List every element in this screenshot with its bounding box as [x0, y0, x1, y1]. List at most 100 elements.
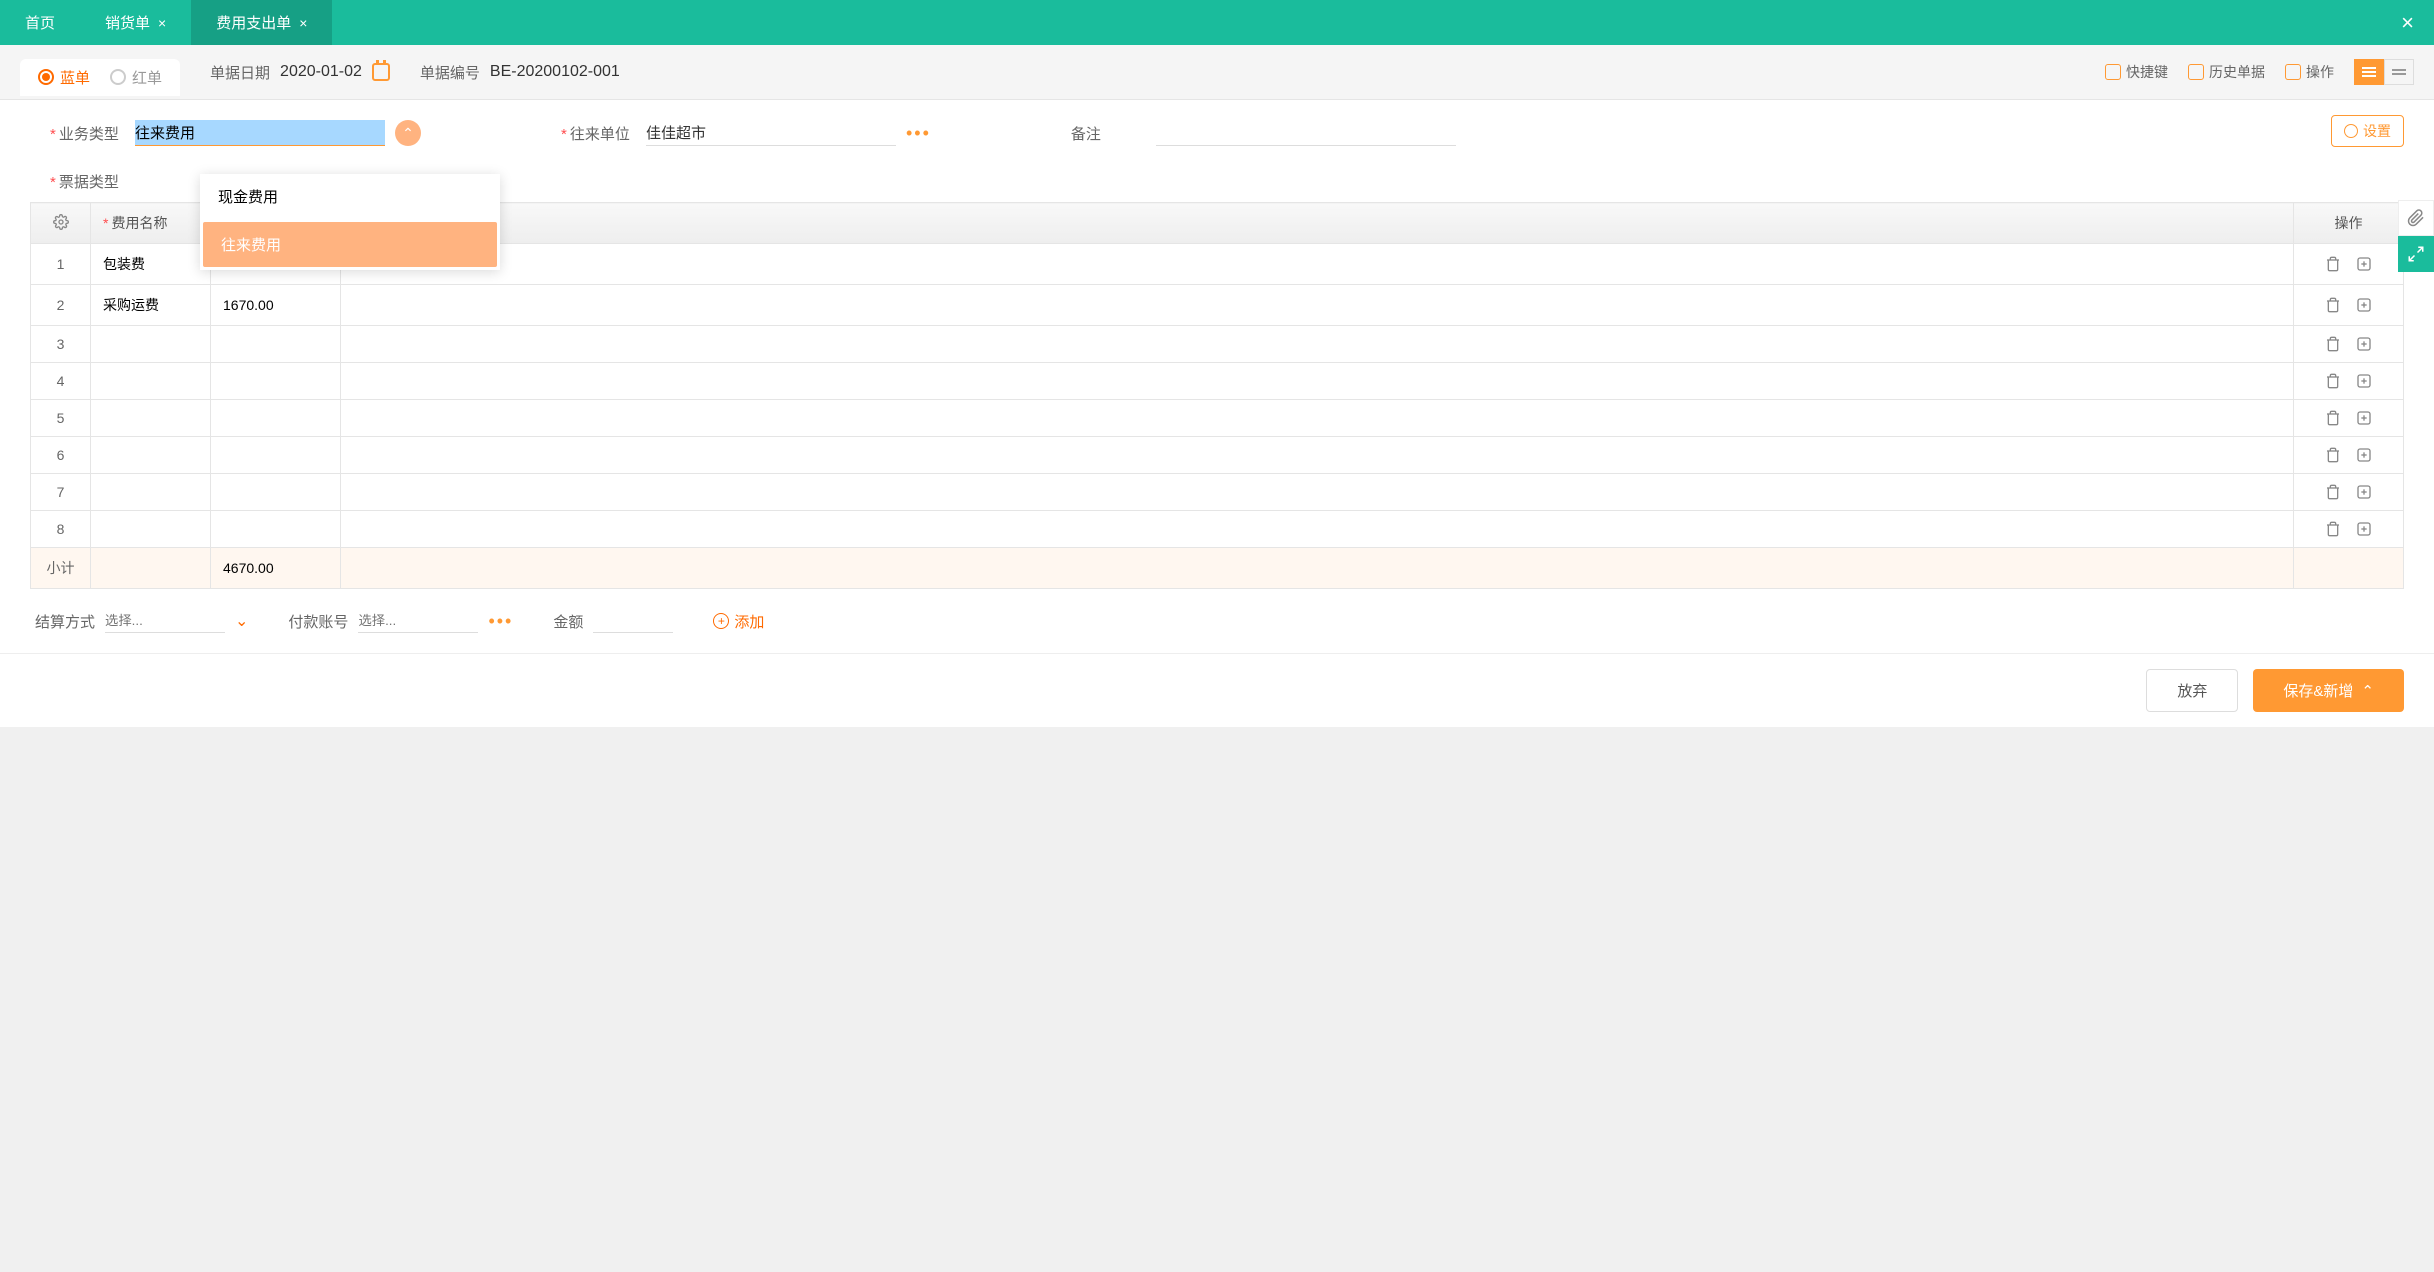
add-row-icon[interactable] — [2356, 521, 2372, 537]
radio-checked-icon — [38, 69, 54, 85]
operate-button[interactable]: 操作 — [2285, 62, 2334, 82]
cell-name[interactable] — [91, 511, 211, 548]
cell-amount[interactable] — [211, 400, 341, 437]
top-tabs: 首页 销货单 × 费用支出单 × × — [0, 0, 2434, 45]
shortcut-button[interactable]: 快捷键 — [2105, 62, 2168, 82]
cell-remark[interactable] — [341, 363, 2294, 400]
pay-account-input[interactable] — [358, 609, 478, 633]
cell-remark[interactable] — [341, 285, 2294, 326]
cell-remark[interactable] — [341, 511, 2294, 548]
cell-amount[interactable] — [211, 437, 341, 474]
radio-red[interactable]: 红单 — [110, 67, 162, 88]
calendar-icon[interactable] — [372, 63, 390, 81]
cell-remark[interactable] — [341, 437, 2294, 474]
table-row: 6 — [31, 437, 2404, 474]
cell-amount[interactable] — [211, 511, 341, 548]
cell-amount[interactable] — [211, 363, 341, 400]
cell-name[interactable]: 采购运费 — [91, 285, 211, 326]
add-payment-button[interactable]: + 添加 — [713, 611, 764, 632]
panel-close-icon[interactable]: × — [2381, 0, 2434, 45]
delete-row-icon[interactable] — [2325, 484, 2341, 500]
add-row-icon[interactable] — [2356, 410, 2372, 426]
cell-amount[interactable]: 1670.00 — [211, 285, 341, 326]
order-type-radio-group: 蓝单 红单 — [20, 59, 180, 96]
header-gear[interactable] — [31, 203, 91, 244]
delete-row-icon[interactable] — [2325, 297, 2341, 313]
cell-remark[interactable] — [341, 474, 2294, 511]
footer: 放弃 保存&新增 ⌃ — [0, 653, 2434, 727]
delete-row-icon[interactable] — [2325, 521, 2341, 537]
header-actions: 快捷键 历史单据 操作 — [2105, 59, 2414, 85]
party-label: *往来单位 — [561, 123, 636, 144]
delete-row-icon[interactable] — [2325, 256, 2341, 272]
grid-icon — [2285, 64, 2301, 80]
cell-name[interactable]: 包装费 — [91, 244, 211, 285]
settlement-method-input[interactable] — [105, 609, 225, 633]
biz-type-input[interactable] — [135, 120, 385, 146]
delete-row-icon[interactable] — [2325, 336, 2341, 352]
cell-amount[interactable] — [211, 326, 341, 363]
tab-sales[interactable]: 销货单 × — [80, 0, 191, 45]
cell-name[interactable] — [91, 363, 211, 400]
row-index: 1 — [31, 244, 91, 285]
chevron-up-icon: ⌃ — [2361, 682, 2374, 700]
subtotal-label: 小计 — [31, 548, 91, 589]
header-action: 操作 — [2294, 203, 2404, 244]
table-row: 8 — [31, 511, 2404, 548]
cell-name[interactable] — [91, 326, 211, 363]
dropdown-option-receivable[interactable]: 往来费用 — [203, 222, 497, 267]
tab-expense[interactable]: 费用支出单 × — [191, 0, 332, 45]
settings-button[interactable]: 设置 — [2331, 115, 2404, 147]
cell-name[interactable] — [91, 400, 211, 437]
save-button[interactable]: 保存&新增 ⌃ — [2253, 669, 2404, 712]
cell-name[interactable] — [91, 437, 211, 474]
history-button[interactable]: 历史单据 — [2188, 62, 2265, 82]
dropdown-option-cash[interactable]: 现金费用 — [200, 174, 500, 219]
cell-amount[interactable] — [211, 474, 341, 511]
row-index: 7 — [31, 474, 91, 511]
add-row-icon[interactable] — [2356, 336, 2372, 352]
tab-home[interactable]: 首页 — [0, 0, 80, 45]
more-icon[interactable]: ••• — [488, 611, 513, 632]
table-row: 7 — [31, 474, 2404, 511]
cell-remark[interactable] — [341, 326, 2294, 363]
subtotal-row: 小计 4670.00 — [31, 548, 2404, 589]
close-icon[interactable]: × — [299, 15, 307, 31]
pay-amount-label: 金额 — [553, 611, 583, 632]
attachment-icon[interactable] — [2398, 200, 2434, 236]
delete-row-icon[interactable] — [2325, 373, 2341, 389]
shortcut-label: 快捷键 — [2126, 62, 2168, 82]
pay-amount-field: 金额 — [553, 609, 673, 633]
delete-row-icon[interactable] — [2325, 447, 2341, 463]
cancel-button[interactable]: 放弃 — [2146, 669, 2238, 712]
pay-amount-input[interactable] — [593, 609, 673, 633]
view-list-button[interactable] — [2354, 59, 2384, 85]
close-icon[interactable]: × — [158, 15, 166, 31]
delete-row-icon[interactable] — [2325, 410, 2341, 426]
header-name: *费用名称 — [91, 203, 211, 244]
more-icon[interactable]: ••• — [906, 123, 931, 144]
doc-date-value[interactable]: 2020-01-02 — [280, 63, 362, 81]
add-row-icon[interactable] — [2356, 256, 2372, 272]
subtotal-amount: 4670.00 — [211, 548, 341, 589]
add-row-icon[interactable] — [2356, 484, 2372, 500]
view-detail-button[interactable] — [2384, 59, 2414, 85]
doc-no-value: BE-20200102-001 — [490, 63, 620, 81]
add-row-icon[interactable] — [2356, 373, 2372, 389]
chevron-down-icon[interactable]: ⌄ — [235, 611, 248, 631]
doc-date-field: 单据日期 2020-01-02 — [210, 62, 390, 83]
add-row-icon[interactable] — [2356, 447, 2372, 463]
party-input[interactable] — [646, 120, 896, 146]
radio-blue[interactable]: 蓝单 — [38, 67, 90, 88]
cell-remark[interactable] — [341, 244, 2294, 285]
settlement-method-field: 结算方式 ⌄ — [35, 609, 248, 633]
chevron-up-icon[interactable]: ⌃ — [395, 120, 421, 146]
cell-name[interactable] — [91, 474, 211, 511]
cell-remark[interactable] — [341, 400, 2294, 437]
add-row-icon[interactable] — [2356, 297, 2372, 313]
radio-unchecked-icon — [110, 69, 126, 85]
expand-icon[interactable] — [2398, 236, 2434, 272]
biz-type-label: *业务类型 — [50, 123, 125, 144]
remark-input[interactable] — [1156, 120, 1456, 146]
party-field: *往来单位 ••• — [561, 120, 931, 146]
